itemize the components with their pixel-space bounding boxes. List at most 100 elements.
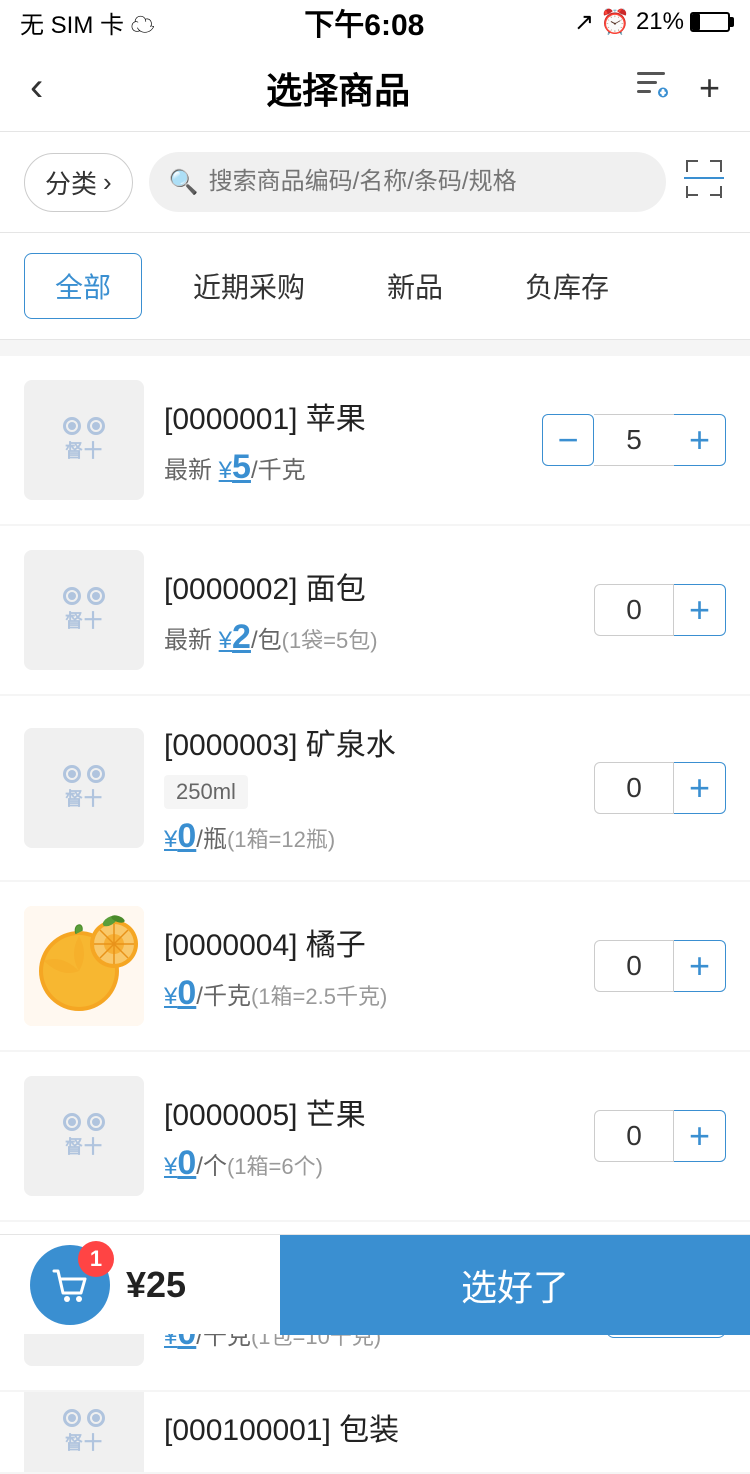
bottom-bar: 1 ¥25 选好了 (0, 1234, 750, 1334)
product-thumbnail: 督十 (24, 550, 144, 670)
status-bar: 无 SIM 卡 ☁ 下午6:08 ↗ ⏰ 21% (0, 0, 750, 44)
increase-button[interactable]: + (674, 762, 726, 814)
quantity-display[interactable]: 0 (594, 940, 674, 992)
product-price: 最新 ¥2/包(1袋=5包) (164, 618, 574, 657)
cart-button[interactable]: 1 (30, 1245, 110, 1325)
increase-button[interactable]: + (674, 940, 726, 992)
battery-icon (690, 12, 730, 32)
product-item: 督十 [0000001] 苹果 最新 ¥5/千克 − + (0, 356, 750, 524)
filter-button[interactable] (633, 65, 669, 110)
product-name: [0000002] 面包 (164, 564, 574, 608)
search-icon: 🔍 (169, 168, 199, 197)
confirm-button[interactable]: 选好了 (280, 1235, 750, 1335)
quantity-display[interactable]: 0 (594, 762, 674, 814)
signal-text: 无 SIM 卡 ☁ (20, 5, 155, 40)
price-symbol: ¥ (164, 1153, 177, 1180)
product-info: [0000001] 苹果 最新 ¥5/千克 (164, 394, 522, 487)
product-price: ¥0/瓶(1箱=12瓶) (164, 817, 574, 856)
product-thumbnail: 督十 (24, 1392, 144, 1472)
product-name: [0000005] 芒果 (164, 1090, 574, 1134)
add-button[interactable]: + (699, 67, 720, 109)
product-thumbnail: 督十 (24, 1076, 144, 1196)
tab-all[interactable]: 全部 (24, 253, 142, 319)
price-number: 0 (177, 1144, 196, 1182)
product-item: 督十 [0000005] 芒果 ¥0/个(1箱=6个) 0 + (0, 1052, 750, 1220)
product-info: [0000002] 面包 最新 ¥2/包(1袋=5包) (164, 564, 574, 657)
search-input[interactable] (209, 168, 646, 196)
product-spec: 250ml (164, 775, 248, 809)
product-item: [0000004] 橘子 ¥0/千克(1箱=2.5千克) 0 + (0, 882, 750, 1050)
product-price: ¥0/千克(1箱=2.5千克) (164, 974, 574, 1013)
product-info: [000100001] 包装 (164, 1405, 726, 1459)
price-label: 最新 (164, 457, 219, 484)
product-thumbnail: 督十 (24, 728, 144, 848)
cart-section: 1 ¥25 (0, 1245, 280, 1325)
decrease-button[interactable]: − (542, 414, 594, 466)
product-item: 督十 [0000002] 面包 最新 ¥2/包(1袋=5包) 0 + (0, 526, 750, 694)
product-thumbnail: 督十 (24, 380, 144, 500)
quantity-control: 0 + (594, 940, 726, 992)
price-symbol: ¥ (164, 983, 177, 1010)
quantity-control: 0 + (594, 1110, 726, 1162)
product-thumbnail (24, 906, 144, 1026)
alarm-icon: ⏰ (600, 8, 630, 37)
page-title: 选择商品 (266, 62, 410, 114)
quantity-control: − + (542, 414, 726, 466)
price-hint: (1袋=5包) (282, 628, 378, 653)
product-info: [0000005] 芒果 ¥0/个(1箱=6个) (164, 1090, 574, 1183)
search-box: 🔍 (149, 152, 666, 212)
quantity-display[interactable]: 0 (594, 584, 674, 636)
product-name: [0000004] 橘子 (164, 920, 574, 964)
price-hint: (1箱=6个) (227, 1154, 323, 1179)
product-name: [0000003] 矿泉水 (164, 720, 574, 764)
tabs-bar: 全部 近期采购 新品 负库存 (0, 233, 750, 340)
product-image (24, 906, 144, 1026)
back-button[interactable]: ‹ (30, 65, 43, 110)
status-left: 无 SIM 卡 ☁ (20, 5, 155, 40)
price-unit: /千克 (196, 983, 251, 1010)
price-unit: /个 (196, 1153, 227, 1180)
category-chevron: › (103, 167, 112, 198)
quantity-input[interactable] (594, 414, 674, 466)
increase-button[interactable]: + (674, 414, 726, 466)
price-hint: (1箱=2.5千克) (251, 984, 387, 1009)
battery-text: 21% (636, 8, 684, 36)
price-number: 0 (177, 817, 196, 855)
product-item: 督十 [000100001] 包装 (0, 1392, 750, 1472)
product-name: [000100001] 包装 (164, 1405, 726, 1449)
quantity-control: 0 + (594, 762, 726, 814)
price-number: 2 (232, 618, 251, 656)
nav-bar: ‹ 选择商品 + (0, 44, 750, 132)
nav-actions: + (633, 65, 720, 110)
divider (0, 340, 750, 356)
price-label: 最新 (164, 627, 219, 654)
price-number: 0 (177, 974, 196, 1012)
price-symbol: ¥ (219, 457, 232, 484)
price-unit: /千克 (251, 457, 306, 484)
product-name: [0000001] 苹果 (164, 394, 522, 438)
price-number: 5 (232, 448, 251, 486)
category-label: 分类 (45, 164, 97, 201)
price-unit: /瓶 (196, 826, 227, 853)
tab-negative[interactable]: 负库存 (494, 253, 640, 319)
location-icon: ↗ (574, 8, 594, 37)
product-price: 最新 ¥5/千克 (164, 448, 522, 487)
price-symbol: ¥ (219, 627, 232, 654)
quantity-display[interactable]: 0 (594, 1110, 674, 1162)
cart-badge: 1 (78, 1241, 114, 1277)
tab-recent[interactable]: 近期采购 (162, 253, 336, 319)
product-price: ¥0/个(1箱=6个) (164, 1144, 574, 1183)
price-symbol: ¥ (164, 826, 177, 853)
price-unit: /包 (251, 627, 282, 654)
scan-button[interactable] (682, 156, 726, 209)
increase-button[interactable]: + (674, 584, 726, 636)
quantity-control: 0 + (594, 584, 726, 636)
status-right: ↗ ⏰ 21% (574, 8, 730, 37)
cart-total: ¥25 (126, 1264, 186, 1306)
product-info: [0000004] 橘子 ¥0/千克(1箱=2.5千克) (164, 920, 574, 1013)
status-time: 下午6:08 (304, 0, 424, 44)
increase-button[interactable]: + (674, 1110, 726, 1162)
category-button[interactable]: 分类 › (24, 153, 133, 212)
filter-bar: 分类 › 🔍 (0, 132, 750, 233)
tab-new[interactable]: 新品 (356, 253, 474, 319)
